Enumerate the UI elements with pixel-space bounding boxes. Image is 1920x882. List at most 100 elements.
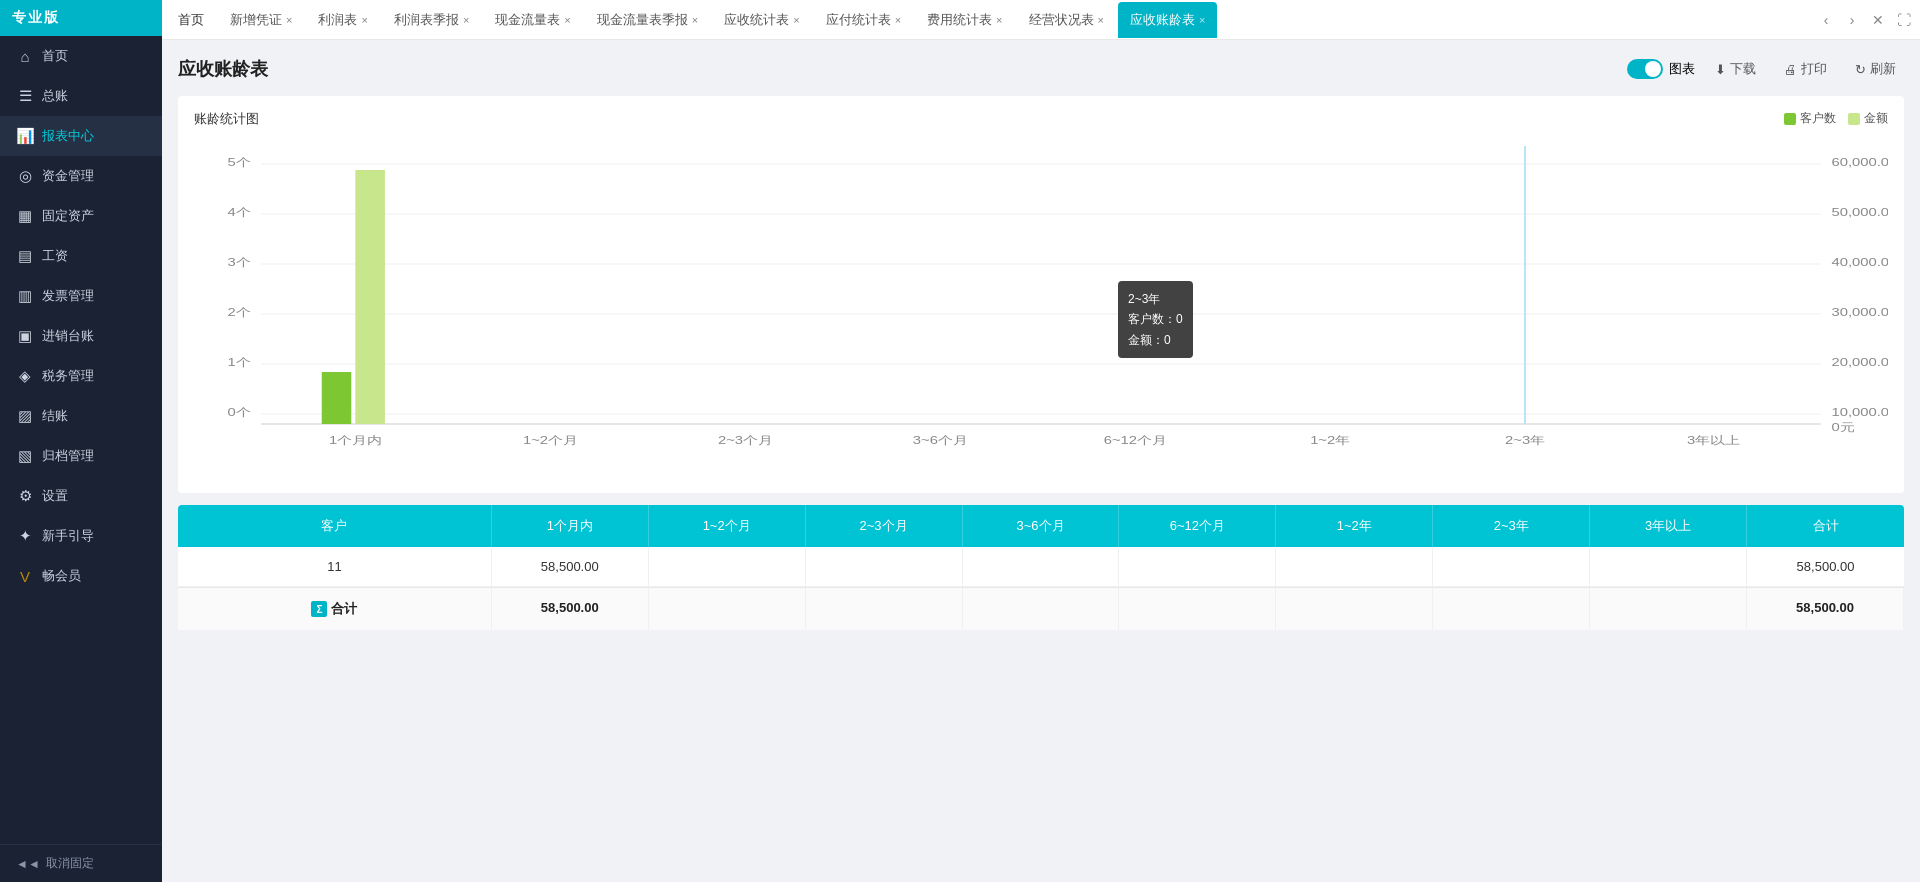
sidebar-item-invoice[interactable]: ▥ 发票管理	[0, 276, 162, 316]
tab-aging-close[interactable]: ×	[1199, 14, 1205, 26]
sidebar-label-vip: 畅会员	[42, 567, 81, 585]
sidebar-label-tax: 税务管理	[42, 367, 94, 385]
sidebar-label-guide: 新手引导	[42, 527, 94, 545]
tab-profit[interactable]: 利润表 ×	[306, 2, 379, 38]
tab-voucher[interactable]: 新增凭证 ×	[218, 2, 304, 38]
sidebar-item-archive[interactable]: ▧ 归档管理	[0, 436, 162, 476]
tab-payable-stat-close[interactable]: ×	[895, 14, 901, 26]
sidebar-item-ledger[interactable]: ☰ 总账	[0, 76, 162, 116]
tab-profit-label: 利润表	[318, 11, 357, 29]
svg-text:60,000.00元: 60,000.00元	[1832, 156, 1888, 169]
sidebar-item-stock[interactable]: ▣ 进销台账	[0, 316, 162, 356]
tab-cashflow-quarter[interactable]: 现金流量表季报 ×	[585, 2, 710, 38]
tab-operation-close[interactable]: ×	[1098, 14, 1104, 26]
print-icon: 🖨	[1784, 62, 1797, 77]
ledger-icon: ☰	[16, 87, 34, 105]
guide-icon: ✦	[16, 527, 34, 545]
tab-payable-stat[interactable]: 应付统计表 ×	[814, 2, 913, 38]
svg-text:50,000.00元: 50,000.00元	[1832, 206, 1888, 219]
sidebar-item-reports[interactable]: 📊 报表中心	[0, 116, 162, 156]
funds-icon: ◎	[16, 167, 34, 185]
sidebar-item-close[interactable]: ▨ 结账	[0, 396, 162, 436]
tab-profit-close[interactable]: ×	[361, 14, 367, 26]
th-y23: 2~3年	[1433, 505, 1590, 547]
sidebar-label-home: 首页	[42, 47, 68, 65]
sidebar-item-home[interactable]: ⌂ 首页	[0, 36, 162, 76]
tab-payable-stat-label: 应付统计表	[826, 11, 891, 29]
tab-profit-quarter-label: 利润表季报	[394, 11, 459, 29]
invoice-icon: ▥	[16, 287, 34, 305]
svg-text:4个: 4个	[227, 206, 250, 219]
footer-m1: 58,500.00	[492, 588, 649, 630]
sidebar-label-stock: 进销台账	[42, 327, 94, 345]
tab-home[interactable]: 首页	[166, 2, 216, 38]
td-m36	[963, 547, 1120, 586]
toggle-thumb	[1645, 61, 1661, 77]
tab-receivable-stat-close[interactable]: ×	[793, 14, 799, 26]
sidebar-label-settings: 设置	[42, 487, 68, 505]
print-button[interactable]: 🖨 打印	[1776, 56, 1835, 82]
tab-cashflow[interactable]: 现金流量表 ×	[483, 2, 582, 38]
tab-profit-quarter-close[interactable]: ×	[463, 14, 469, 26]
footer-icon: Σ	[311, 601, 327, 617]
svg-text:10,000.00元: 10,000.00元	[1832, 406, 1888, 419]
sidebar-item-settings[interactable]: ⚙ 设置	[0, 476, 162, 516]
footer-y3plus	[1590, 588, 1747, 630]
tab-profit-quarter[interactable]: 利润表季报 ×	[382, 2, 481, 38]
sidebar-item-vip[interactable]: V 畅会员	[0, 556, 162, 596]
footer-total: 58,500.00	[1747, 588, 1904, 630]
tab-operation[interactable]: 经营状况表 ×	[1017, 2, 1116, 38]
archive-icon: ▧	[16, 447, 34, 465]
th-m612: 6~12个月	[1119, 505, 1276, 547]
refresh-button[interactable]: ↻ 刷新	[1847, 56, 1904, 82]
sidebar-label-assets: 固定资产	[42, 207, 94, 225]
td-y23	[1433, 547, 1590, 586]
chart-title: 账龄统计图	[194, 110, 1888, 128]
tab-cashflow-quarter-close[interactable]: ×	[692, 14, 698, 26]
svg-text:2~3个月: 2~3个月	[718, 434, 773, 447]
tab-prev-button[interactable]: ‹	[1814, 8, 1838, 32]
sidebar-item-funds[interactable]: ◎ 资金管理	[0, 156, 162, 196]
data-table: 客户 1个月内 1~2个月 2~3个月 3~6个月 6~12个月 1~2年 2~…	[178, 505, 1904, 630]
legend-amount-label: 金额	[1864, 110, 1888, 127]
tab-voucher-close[interactable]: ×	[286, 14, 292, 26]
tab-operation-label: 经营状况表	[1029, 11, 1094, 29]
app-logo: 专业版	[0, 0, 162, 36]
sidebar-item-tax[interactable]: ◈ 税务管理	[0, 356, 162, 396]
tab-receivable-stat[interactable]: 应收统计表 ×	[712, 2, 811, 38]
tab-expense-stat[interactable]: 费用统计表 ×	[915, 2, 1014, 38]
legend-customer-label: 客户数	[1800, 110, 1836, 127]
toggle-track[interactable]	[1627, 59, 1663, 79]
tab-maximize-button[interactable]: ⛶	[1892, 8, 1916, 32]
sidebar-item-assets[interactable]: ▦ 固定资产	[0, 196, 162, 236]
svg-text:20,000.00元: 20,000.00元	[1832, 356, 1888, 369]
tab-cashflow-close[interactable]: ×	[564, 14, 570, 26]
th-y12: 1~2年	[1276, 505, 1433, 547]
legend-amount: 金额	[1848, 110, 1888, 127]
chart-svg: 5个 4个 3个 2个 1个 0个 60,000.00元 50,000.00元 …	[194, 136, 1888, 476]
download-icon: ⬇	[1715, 62, 1726, 77]
tab-next-button[interactable]: ›	[1840, 8, 1864, 32]
sidebar-item-guide[interactable]: ✦ 新手引导	[0, 516, 162, 556]
tab-expense-stat-close[interactable]: ×	[996, 14, 1002, 26]
tab-receivable-stat-label: 应收统计表	[724, 11, 789, 29]
download-button[interactable]: ⬇ 下载	[1707, 56, 1764, 82]
th-m36: 3~6个月	[963, 505, 1120, 547]
collapse-label: 取消固定	[46, 855, 94, 872]
sidebar-label-reports: 报表中心	[42, 127, 94, 145]
sidebar-label-archive: 归档管理	[42, 447, 94, 465]
svg-text:3年以上: 3年以上	[1687, 434, 1739, 447]
svg-text:30,000.00元: 30,000.00元	[1832, 306, 1888, 319]
sidebar-item-salary[interactable]: ▤ 工资	[0, 236, 162, 276]
chart-legend: 客户数 金额	[1784, 110, 1888, 127]
th-m23: 2~3个月	[806, 505, 963, 547]
td-customer: 11	[178, 547, 492, 586]
collapse-arrow-icon: ◄◄	[16, 857, 40, 871]
collapse-sidebar-button[interactable]: ◄◄ 取消固定	[0, 844, 162, 882]
chart-toggle[interactable]: 图表	[1627, 59, 1695, 79]
th-m12: 1~2个月	[649, 505, 806, 547]
tab-close-all-button[interactable]: ✕	[1866, 8, 1890, 32]
tab-aging[interactable]: 应收账龄表 ×	[1118, 2, 1217, 38]
sidebar-label-salary: 工资	[42, 247, 68, 265]
th-m1: 1个月内	[492, 505, 649, 547]
